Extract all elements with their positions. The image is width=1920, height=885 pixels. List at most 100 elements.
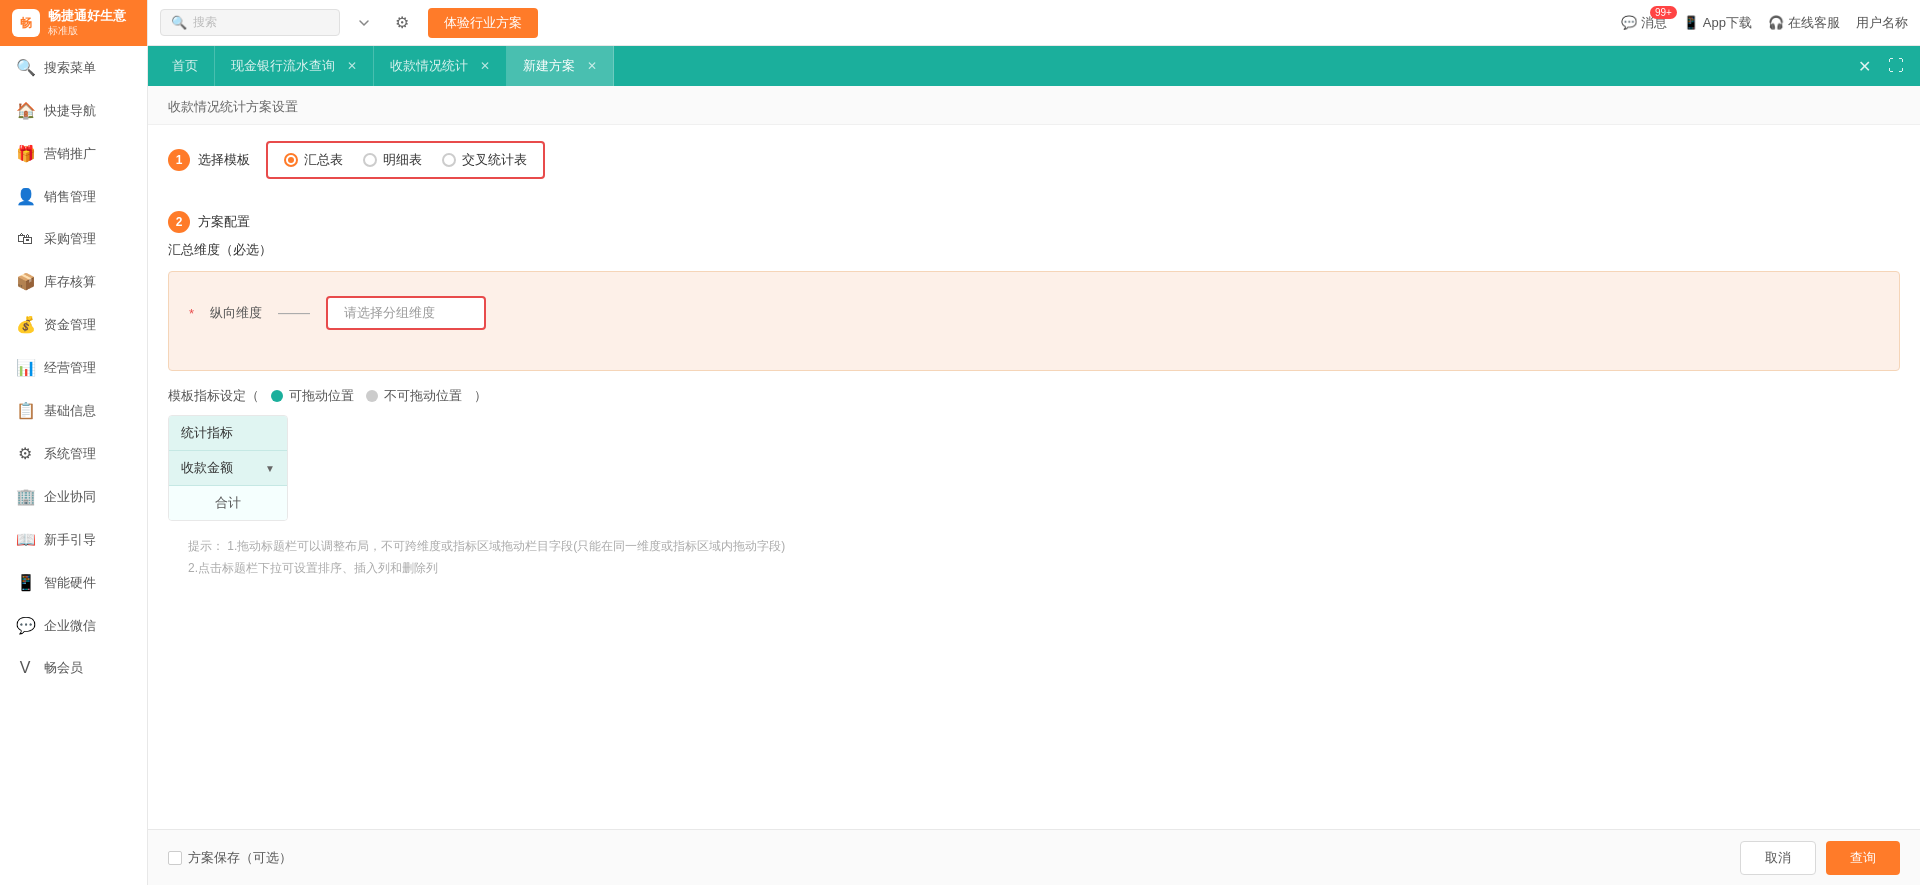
- sidebar-item-finance[interactable]: 💰 资金管理: [0, 303, 147, 346]
- stat-column-label: 收款金额: [181, 459, 233, 477]
- topbar-search-placeholder: 搜索: [193, 14, 217, 31]
- toggle-draggable: 可拖动位置: [271, 387, 354, 405]
- tab-receivable-close[interactable]: ✕: [480, 59, 490, 73]
- save-option[interactable]: 方案保存（可选）: [168, 849, 292, 867]
- sidebar-item-newbie[interactable]: 📖 新手引导: [0, 518, 147, 561]
- message-btn[interactable]: 💬 消息 99+: [1621, 14, 1667, 32]
- toggle-non-draggable-label: 不可拖动位置: [384, 387, 462, 405]
- toggle-dot-active: [271, 390, 283, 402]
- dimension-select[interactable]: 请选择分组维度: [326, 296, 486, 330]
- tabbar-actions: ✕ ⛶: [1852, 54, 1920, 78]
- radio-cross[interactable]: 交叉统计表: [442, 151, 527, 169]
- topbar-search-icon: 🔍: [171, 15, 187, 30]
- sidebar-item-system[interactable]: ⚙ 系统管理: [0, 432, 147, 475]
- save-checkbox[interactable]: [168, 851, 182, 865]
- user-icon: 👤: [16, 187, 34, 206]
- sidebar-item-wechat[interactable]: 💬 企业微信: [0, 604, 147, 647]
- book-icon: 📖: [16, 530, 34, 549]
- step2-section: 2 方案配置 汇总维度（必选） * 纵向维度 —— 请选择分组维度: [148, 211, 1920, 607]
- phone-icon: 📱: [16, 573, 34, 592]
- sidebar-item-enterprise[interactable]: 🏢 企业协同: [0, 475, 147, 518]
- stat-column-header[interactable]: 收款金额 ▼: [169, 451, 287, 486]
- service-icon: 🎧: [1768, 15, 1784, 30]
- sidebar-item-label: 经营管理: [44, 359, 96, 377]
- topbar-gear-btn[interactable]: ⚙: [388, 9, 416, 37]
- search-icon: 🔍: [16, 58, 34, 77]
- sidebar-item-quick-nav[interactable]: 🏠 快捷导航: [0, 89, 147, 132]
- template-select-box: 汇总表 明细表 交叉统计表: [266, 141, 545, 179]
- sidebar-item-purchase[interactable]: 🛍 采购管理: [0, 218, 147, 260]
- trial-btn[interactable]: 体验行业方案: [428, 8, 538, 38]
- main-area: 🔍 搜索 ⚙ 体验行业方案 💬 消息 99+ 📱 App下载 🎧 在线客服 用户…: [148, 0, 1920, 885]
- service-btn[interactable]: 🎧 在线客服: [1768, 14, 1840, 32]
- topbar-dropdown-btn[interactable]: [352, 11, 376, 35]
- topbar-right: 💬 消息 99+ 📱 App下载 🎧 在线客服 用户名称: [1621, 14, 1908, 32]
- stat-row-total: 合计: [169, 486, 287, 520]
- radio-cross-circle: [442, 153, 456, 167]
- message-badge: 99+: [1650, 6, 1677, 19]
- box-icon: 📦: [16, 272, 34, 291]
- sidebar-item-label: 库存核算: [44, 273, 96, 291]
- stat-table-header: 统计指标: [169, 416, 287, 451]
- money-icon: 💰: [16, 315, 34, 334]
- step2-badge: 2: [168, 211, 190, 233]
- step1-badge: 1: [168, 149, 190, 171]
- building-icon: 🏢: [16, 487, 34, 506]
- sidebar-item-hardware[interactable]: 📱 智能硬件: [0, 561, 147, 604]
- tab-bank-close[interactable]: ✕: [347, 59, 357, 73]
- gift-icon: 🎁: [16, 144, 34, 163]
- page-title-bar: 收款情况统计方案设置: [148, 86, 1920, 125]
- tab-new-plan-label: 新建方案: [523, 57, 575, 75]
- tab-receivable[interactable]: 收款情况统计 ✕: [374, 46, 507, 86]
- dimension-placeholder: 请选择分组维度: [344, 305, 435, 320]
- indicator-title: 模板指标设定（: [168, 387, 259, 405]
- tab-home-label: 首页: [172, 57, 198, 75]
- radio-detail-circle: [363, 153, 377, 167]
- stat-table: 统计指标 收款金额 ▼ 合计: [168, 415, 288, 521]
- sidebar-item-search[interactable]: 🔍 搜索菜单: [0, 46, 147, 89]
- sidebar-item-label: 企业协同: [44, 488, 96, 506]
- sidebar-item-label: 销售管理: [44, 188, 96, 206]
- message-icon: 💬: [1621, 15, 1637, 30]
- radio-summary-circle: [284, 153, 298, 167]
- bottom-actions: 取消 查询: [1740, 841, 1900, 875]
- tab-bank[interactable]: 现金银行流水查询 ✕: [215, 46, 374, 86]
- sidebar-item-member[interactable]: V 畅会员: [0, 647, 147, 689]
- sidebar-item-marketing[interactable]: 🎁 营销推广: [0, 132, 147, 175]
- sidebar-nav: 🔍 搜索菜单 🏠 快捷导航 🎁 营销推广 👤 销售管理 🛍 采购管理 📦 库存核…: [0, 46, 147, 885]
- sidebar-item-label: 企业微信: [44, 617, 96, 635]
- stat-row-label: 合计: [215, 495, 241, 510]
- tab-new-plan-close[interactable]: ✕: [587, 59, 597, 73]
- tab-receivable-label: 收款情况统计: [390, 57, 468, 75]
- sidebar-item-operation[interactable]: 📊 经营管理: [0, 346, 147, 389]
- step1-row: 1 选择模板 汇总表 明细表: [168, 141, 1900, 179]
- page-container: 收款情况统计方案设置 1 选择模板 汇总表: [148, 86, 1920, 829]
- sidebar-logo: 畅: [12, 9, 40, 37]
- chat-icon: 💬: [16, 616, 34, 635]
- sidebar-item-inventory[interactable]: 📦 库存核算: [0, 260, 147, 303]
- tab-new-plan[interactable]: 新建方案 ✕: [507, 46, 614, 86]
- topbar-search-box[interactable]: 🔍 搜索: [160, 9, 340, 36]
- query-button[interactable]: 查询: [1826, 841, 1900, 875]
- radio-group: 汇总表 明细表 交叉统计表: [284, 151, 527, 169]
- page-title: 收款情况统计方案设置: [168, 99, 298, 114]
- sidebar-item-basic[interactable]: 📋 基础信息: [0, 389, 147, 432]
- step1-section: 1 选择模板 汇总表 明细表: [148, 125, 1920, 211]
- indicator-settings: 模板指标设定（ 可拖动位置 不可拖动位置 ）: [168, 387, 1900, 524]
- indicator-header: 模板指标设定（ 可拖动位置 不可拖动位置 ）: [168, 387, 1900, 405]
- radio-detail-label: 明细表: [383, 151, 422, 169]
- radio-detail[interactable]: 明细表: [363, 151, 422, 169]
- sidebar-brand: 畅捷通好生意 标准版: [48, 8, 126, 38]
- cancel-button[interactable]: 取消: [1740, 841, 1816, 875]
- user-info[interactable]: 用户名称: [1856, 14, 1908, 32]
- toggle-draggable-label: 可拖动位置: [289, 387, 354, 405]
- tab-home[interactable]: 首页: [156, 46, 215, 86]
- radio-summary[interactable]: 汇总表: [284, 151, 343, 169]
- tab-expand-btn[interactable]: ⛶: [1884, 54, 1908, 78]
- download-label: App下载: [1703, 14, 1752, 32]
- step1-label: 选择模板: [198, 151, 250, 169]
- dimension-row-label: 纵向维度: [210, 304, 262, 322]
- tab-close-all-btn[interactable]: ✕: [1852, 54, 1876, 78]
- sidebar-item-sales[interactable]: 👤 销售管理: [0, 175, 147, 218]
- download-btn[interactable]: 📱 App下载: [1683, 14, 1752, 32]
